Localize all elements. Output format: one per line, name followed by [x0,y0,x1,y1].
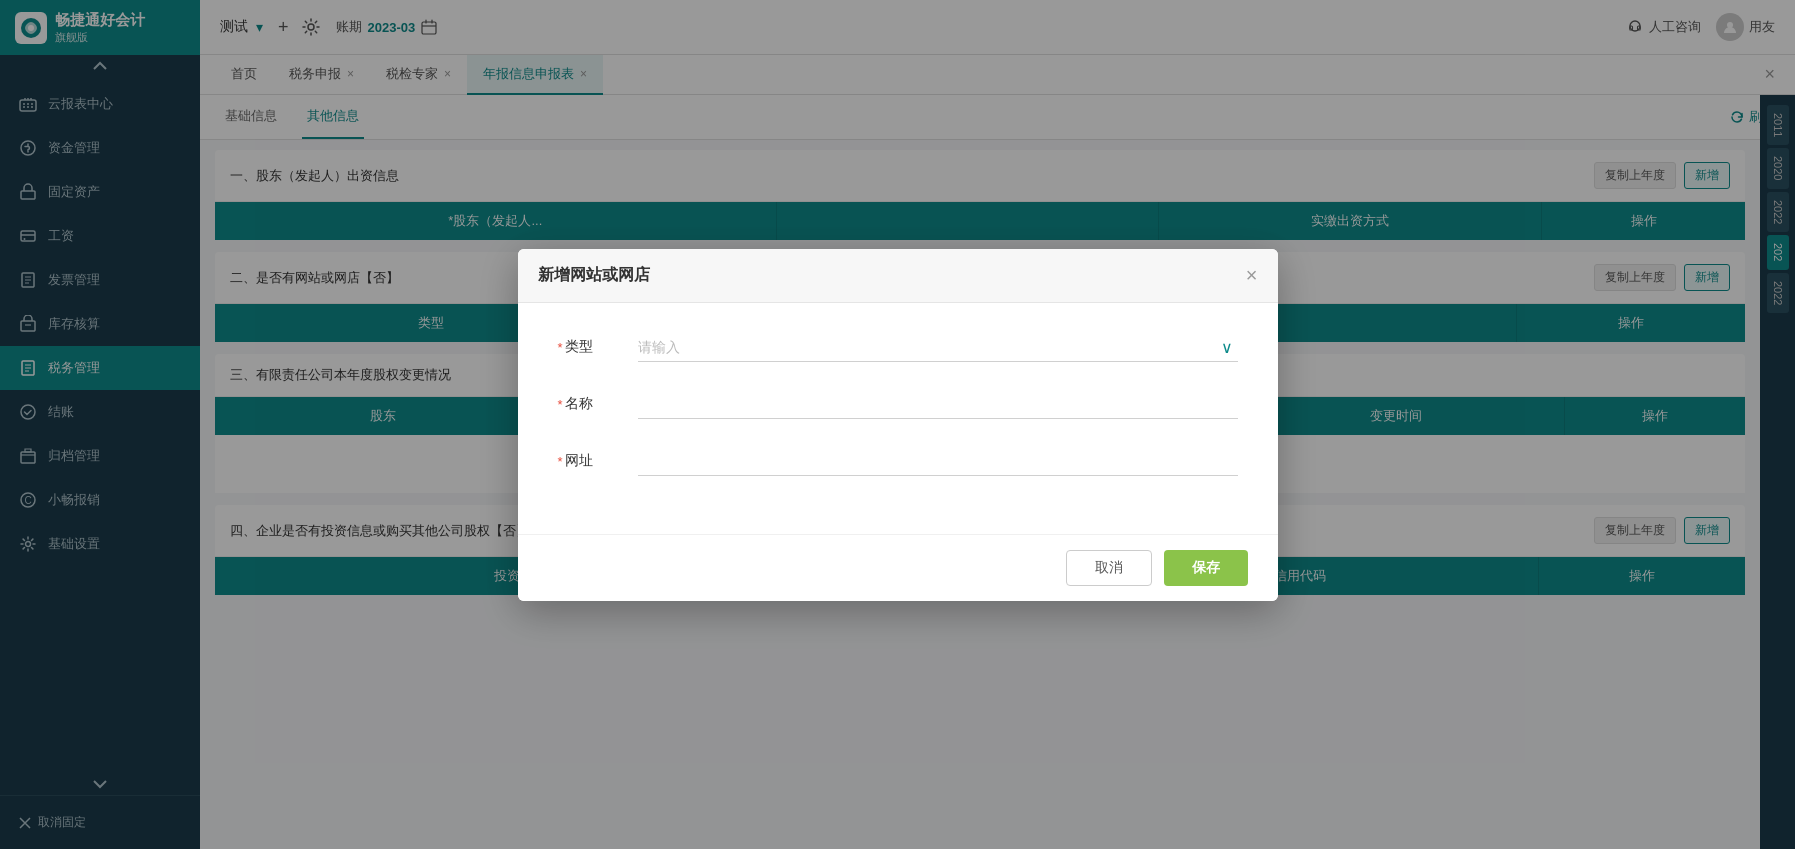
save-btn[interactable]: 保存 [1164,550,1248,586]
name-label: * 名称 [558,395,638,413]
url-required: * [558,454,563,469]
add-website-dialog: 新增网站或网店 × * 类型 ∨ * 名称 [518,249,1278,601]
url-field [638,447,1238,476]
form-row-url: * 网址 [558,447,1238,476]
form-row-name: * 名称 [558,390,1238,419]
dialog-header: 新增网站或网店 × [518,249,1278,303]
url-label: * 网址 [558,452,638,470]
dialog-overlay[interactable]: 新增网站或网店 × * 类型 ∨ * 名称 [0,0,1795,849]
url-input[interactable] [638,447,1238,476]
name-required: * [558,397,563,412]
type-field: ∨ [638,333,1238,362]
dialog-body: * 类型 ∨ * 名称 * [518,303,1278,534]
type-input[interactable] [638,333,1238,362]
name-input[interactable] [638,390,1238,419]
name-field [638,390,1238,419]
dialog-title: 新增网站或网店 [538,265,650,286]
cancel-btn[interactable]: 取消 [1066,550,1152,586]
type-dropdown-icon[interactable]: ∨ [1221,338,1233,357]
dialog-footer: 取消 保存 [518,534,1278,601]
type-label: * 类型 [558,338,638,356]
type-required: * [558,340,563,355]
dialog-close-btn[interactable]: × [1246,265,1258,285]
form-row-type: * 类型 ∨ [558,333,1238,362]
